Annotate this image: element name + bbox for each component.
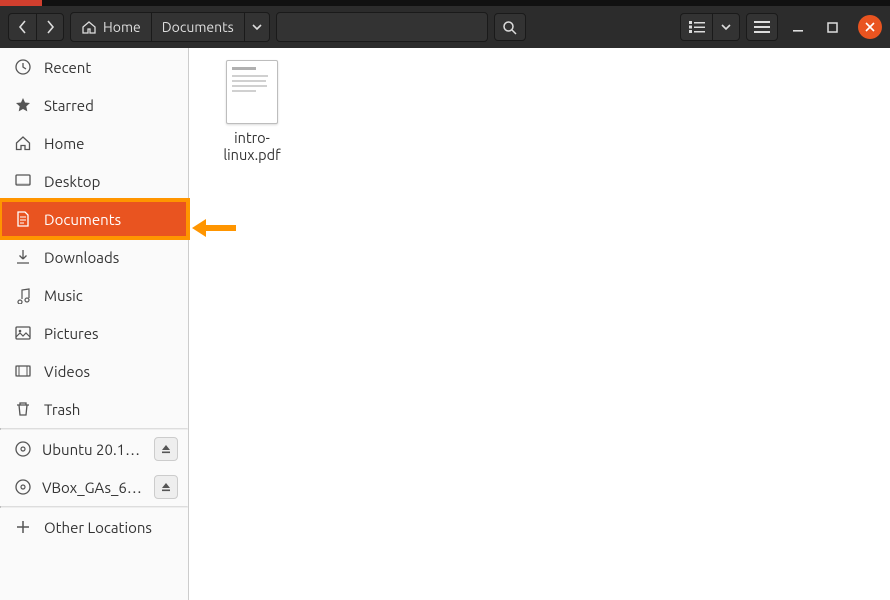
sidebar-item-label: Recent: [44, 59, 91, 76]
breadcrumb-home-label: Home: [103, 19, 141, 35]
caret-down-icon: [251, 21, 263, 33]
sidebar-item-label: Home: [44, 135, 84, 152]
trash-icon: [14, 400, 32, 418]
eject-button[interactable]: [154, 475, 178, 499]
maximize-icon: [827, 22, 838, 33]
breadcrumb-current[interactable]: Documents: [152, 13, 245, 41]
desktop-icon: [14, 172, 32, 190]
download-icon: [14, 248, 32, 266]
file-manager-window: Home Documents: [0, 0, 890, 600]
path-entry[interactable]: [276, 12, 488, 42]
sidebar-item-pictures[interactable]: Pictures: [0, 314, 188, 352]
sidebar: Recent Starred Home Desktop Documents Do…: [0, 48, 189, 600]
sidebar-item-desktop[interactable]: Desktop: [0, 162, 188, 200]
sidebar-item-label: Documents: [44, 211, 121, 228]
music-icon: [14, 286, 32, 304]
sidebar-item-music[interactable]: Music: [0, 276, 188, 314]
sidebar-item-label: Downloads: [44, 249, 119, 266]
sidebar-item-label: Music: [44, 287, 83, 304]
eject-icon: [161, 444, 171, 454]
sidebar-item-label: Pictures: [44, 325, 99, 342]
disc-icon: [14, 440, 32, 458]
home-icon: [81, 19, 97, 35]
toolbar: Home Documents: [0, 6, 890, 48]
caret-down-icon: [720, 21, 732, 33]
forward-button[interactable]: [36, 13, 64, 41]
star-icon: [14, 96, 32, 114]
search-button[interactable]: [494, 13, 526, 41]
window-body: Recent Starred Home Desktop Documents Do…: [0, 48, 890, 600]
videos-icon: [14, 362, 32, 380]
clock-icon: [14, 58, 32, 76]
plus-icon: [14, 518, 32, 536]
view-buttons: [680, 13, 740, 41]
list-icon: [689, 21, 705, 33]
mount-label: Ubuntu 20.1…: [42, 441, 144, 458]
document-icon: [14, 210, 32, 228]
breadcrumb-dropdown[interactable]: [245, 13, 269, 41]
nav-buttons: [8, 13, 64, 41]
search-icon: [502, 20, 517, 35]
sidebar-item-label: Other Locations: [44, 519, 152, 536]
sidebar-item-label: Videos: [44, 363, 90, 380]
sidebar-item-trash[interactable]: Trash: [0, 390, 188, 428]
list-view-button[interactable]: [680, 13, 712, 41]
sidebar-item-label: Starred: [44, 97, 94, 114]
hamburger-icon: [754, 21, 770, 33]
minimize-button[interactable]: [784, 13, 812, 41]
sidebar-item-other-locations[interactable]: Other Locations: [0, 508, 188, 546]
breadcrumb-current-label: Documents: [162, 19, 234, 35]
sidebar-item-label: Trash: [44, 401, 80, 418]
close-button[interactable]: [858, 15, 882, 39]
disc-icon: [14, 478, 32, 496]
breadcrumb-home[interactable]: Home: [71, 13, 152, 41]
sidebar-mount-vbox[interactable]: VBox_GAs_6.…: [0, 468, 188, 506]
home-icon: [14, 134, 32, 152]
mount-label: VBox_GAs_6.…: [42, 479, 144, 496]
sidebar-item-downloads[interactable]: Downloads: [0, 238, 188, 276]
view-options-button[interactable]: [712, 13, 740, 41]
pictures-icon: [14, 324, 32, 342]
sidebar-item-starred[interactable]: Starred: [0, 86, 188, 124]
chevron-left-icon: [18, 20, 28, 34]
file-item[interactable]: intro-linux.pdf: [207, 60, 297, 163]
chevron-right-icon: [45, 20, 55, 34]
breadcrumb: Home Documents: [70, 12, 270, 42]
eject-button[interactable]: [154, 437, 178, 461]
back-button[interactable]: [8, 13, 36, 41]
file-label: intro-linux.pdf: [207, 130, 297, 163]
minimize-icon: [792, 21, 804, 33]
sidebar-item-home[interactable]: Home: [0, 124, 188, 162]
sidebar-mount-ubuntu[interactable]: Ubuntu 20.1…: [0, 430, 188, 468]
pdf-thumbnail-icon: [226, 60, 278, 124]
sidebar-item-videos[interactable]: Videos: [0, 352, 188, 390]
sidebar-item-documents[interactable]: Documents: [0, 200, 188, 238]
sidebar-item-recent[interactable]: Recent: [0, 48, 188, 86]
annotation-arrow: [192, 219, 236, 237]
close-icon: [865, 22, 875, 32]
hamburger-menu-button[interactable]: [746, 13, 778, 41]
maximize-button[interactable]: [818, 13, 846, 41]
content-pane[interactable]: intro-linux.pdf: [189, 48, 890, 600]
sidebar-item-label: Desktop: [44, 173, 100, 190]
eject-icon: [161, 482, 171, 492]
